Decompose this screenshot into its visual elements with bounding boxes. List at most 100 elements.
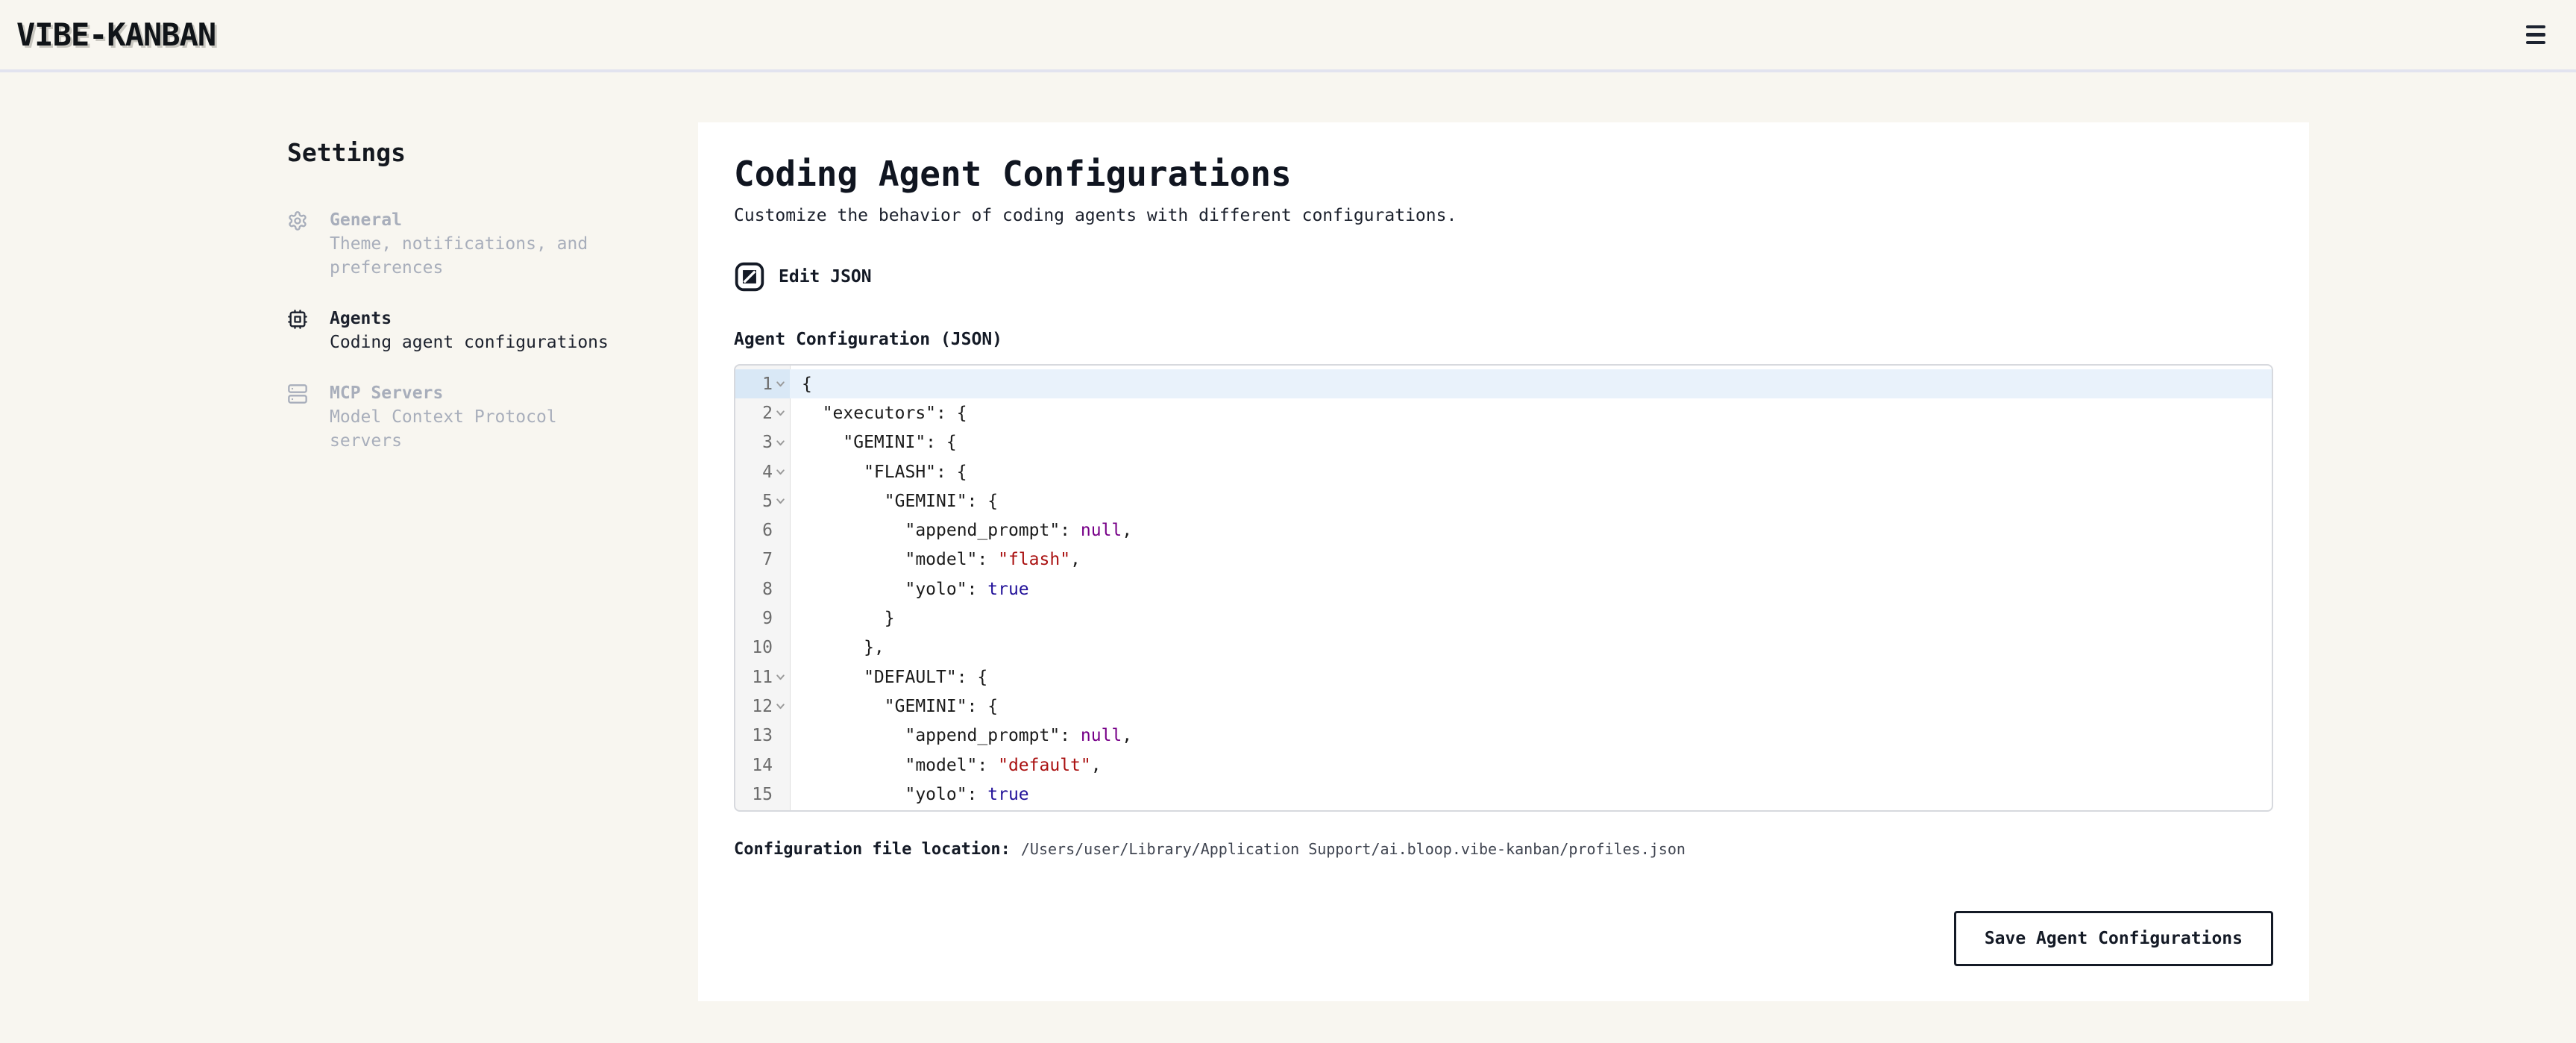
editor-code-line[interactable]: "DEFAULT": {	[790, 663, 2272, 692]
editor-code-line[interactable]: },	[790, 633, 2272, 663]
editor-label: Agent Configuration (JSON)	[734, 330, 1003, 349]
code-token: }	[802, 609, 895, 629]
code-token-str: "default"	[998, 755, 1091, 775]
line-number: 2	[762, 403, 773, 423]
sidebar-item-agents[interactable]: Agents Coding agent configurations	[287, 307, 638, 354]
edit-json-label: Edit JSON	[779, 267, 872, 286]
file-location-label: Configuration file location:	[734, 840, 1011, 859]
code-token-bool: true	[987, 784, 1029, 804]
cpu-icon	[287, 309, 308, 330]
editor-code-line[interactable]: "GEMINI": {	[790, 692, 2272, 721]
page-title: Coding Agent Configurations	[734, 154, 1292, 194]
sidebar-item-general[interactable]: General Theme, notifications, and prefere…	[287, 208, 638, 280]
app-logo[interactable]: VIBE-KANBAN	[16, 16, 216, 53]
code-token: "GEMINI": {	[802, 491, 999, 511]
settings-layout: Settings General Theme, notifications, an…	[0, 72, 2576, 1001]
file-location-path: /Users/user/Library/Application Support/…	[1020, 840, 1686, 858]
editor-code-line[interactable]: "GEMINI": {	[790, 486, 2272, 516]
line-number: 10	[752, 638, 773, 658]
code-token: "executors": {	[802, 403, 967, 423]
editor-line[interactable]: 10 },	[735, 633, 2272, 663]
editor-line[interactable]: 12 "GEMINI": {	[735, 692, 2272, 721]
json-editor[interactable]: 1{2 "executors": {3 "GEMINI": {4 "FLASH"…	[734, 364, 2273, 812]
editor-code-line[interactable]: "model": "default",	[790, 751, 2272, 780]
editor-line[interactable]: 4 "FLASH": {	[735, 457, 2272, 486]
editor-line[interactable]: 5 "GEMINI": {	[735, 486, 2272, 516]
line-number: 3	[762, 433, 773, 453]
editor-line[interactable]: 2 "executors": {	[735, 398, 2272, 427]
line-number: 5	[762, 491, 773, 511]
code-token: "yolo":	[802, 579, 988, 599]
editor-line[interactable]: 8 "yolo": true	[735, 574, 2272, 604]
editor-code-line[interactable]: "executors": {	[790, 398, 2272, 427]
code-token: },	[802, 638, 885, 658]
code-token: "GEMINI": {	[802, 433, 957, 453]
editor-line[interactable]: 7 "model": "flash",	[735, 545, 2272, 574]
editor-line[interactable]: 13 "append_prompt": null,	[735, 721, 2272, 751]
editor-code-line[interactable]: {	[790, 369, 2272, 399]
menu-button[interactable]	[2515, 14, 2557, 56]
fold-chevron-icon[interactable]	[773, 486, 788, 516]
editor-gutter-cell: 9	[735, 604, 790, 633]
line-number: 14	[752, 755, 773, 775]
line-number: 4	[762, 462, 773, 482]
code-token: "GEMINI": {	[802, 696, 999, 716]
code-token: "DEFAULT": {	[802, 667, 988, 687]
square-slash-icon	[734, 261, 765, 292]
editor-line[interactable]: 1{	[735, 369, 2272, 399]
fold-chevron-icon[interactable]	[773, 369, 788, 398]
sidebar-item-label: General	[330, 210, 402, 230]
editor-code-line[interactable]: "yolo": true	[790, 780, 2272, 809]
editor-code-line[interactable]: }	[790, 604, 2272, 633]
code-token-null: null	[1080, 726, 1122, 746]
fold-chevron-icon[interactable]	[773, 398, 788, 427]
code-token-null: null	[1080, 521, 1122, 541]
sidebar-item-description: Model Context Protocol servers	[330, 407, 557, 451]
sidebar-item-description: Theme, notifications, and preferences	[330, 234, 588, 278]
editor-line[interactable]: 6 "append_prompt": null,	[735, 516, 2272, 545]
code-token: "append_prompt":	[802, 726, 1081, 746]
code-token: ,	[1070, 550, 1081, 570]
editor-code-line[interactable]: "append_prompt": null,	[790, 721, 2272, 751]
editor-line[interactable]: 3 "GEMINI": {	[735, 428, 2272, 457]
editor-line[interactable]: 15 "yolo": true	[735, 780, 2272, 809]
code-token: "model":	[802, 755, 999, 775]
editor-code-line[interactable]: "append_prompt": null,	[790, 516, 2272, 545]
editor-code-line[interactable]: "yolo": true	[790, 574, 2272, 604]
editor-code-line[interactable]: "model": "flash",	[790, 545, 2272, 574]
line-number: 6	[762, 521, 773, 541]
editor-gutter-cell: 15	[735, 780, 790, 809]
fold-chevron-icon[interactable]	[773, 457, 788, 486]
fold-chevron-icon[interactable]	[773, 692, 788, 721]
code-token: {	[802, 374, 812, 394]
editor-line[interactable]: 9 }	[735, 604, 2272, 633]
line-number: 13	[752, 726, 773, 746]
save-agent-configurations-button[interactable]: Save Agent Configurations	[1953, 911, 2273, 966]
gear-icon	[287, 210, 308, 231]
code-token: "yolo":	[802, 784, 988, 804]
editor-code-line[interactable]: "GEMINI": {	[790, 428, 2272, 457]
line-number: 9	[762, 609, 773, 629]
code-token: ,	[1122, 726, 1133, 746]
fold-chevron-icon[interactable]	[773, 663, 788, 692]
edit-json-button[interactable]: Edit JSON	[734, 260, 872, 294]
code-token: ,	[1122, 521, 1133, 541]
sidebar-item-mcp-servers[interactable]: MCP Servers Model Context Protocol server…	[287, 381, 638, 453]
editor-line[interactable]: 14 "model": "default",	[735, 751, 2272, 780]
editor-code-line[interactable]: "FLASH": {	[790, 457, 2272, 486]
editor-line[interactable]: 11 "DEFAULT": {	[735, 663, 2272, 692]
line-number: 15	[752, 784, 773, 804]
editor-gutter-cell: 12	[735, 692, 790, 721]
editor-gutter-cell: 14	[735, 751, 790, 780]
code-token: "FLASH": {	[802, 462, 967, 482]
fold-chevron-icon[interactable]	[773, 428, 788, 457]
editor-gutter-cell: 6	[735, 516, 790, 545]
file-location: Configuration file location: /Users/user…	[734, 840, 2273, 859]
